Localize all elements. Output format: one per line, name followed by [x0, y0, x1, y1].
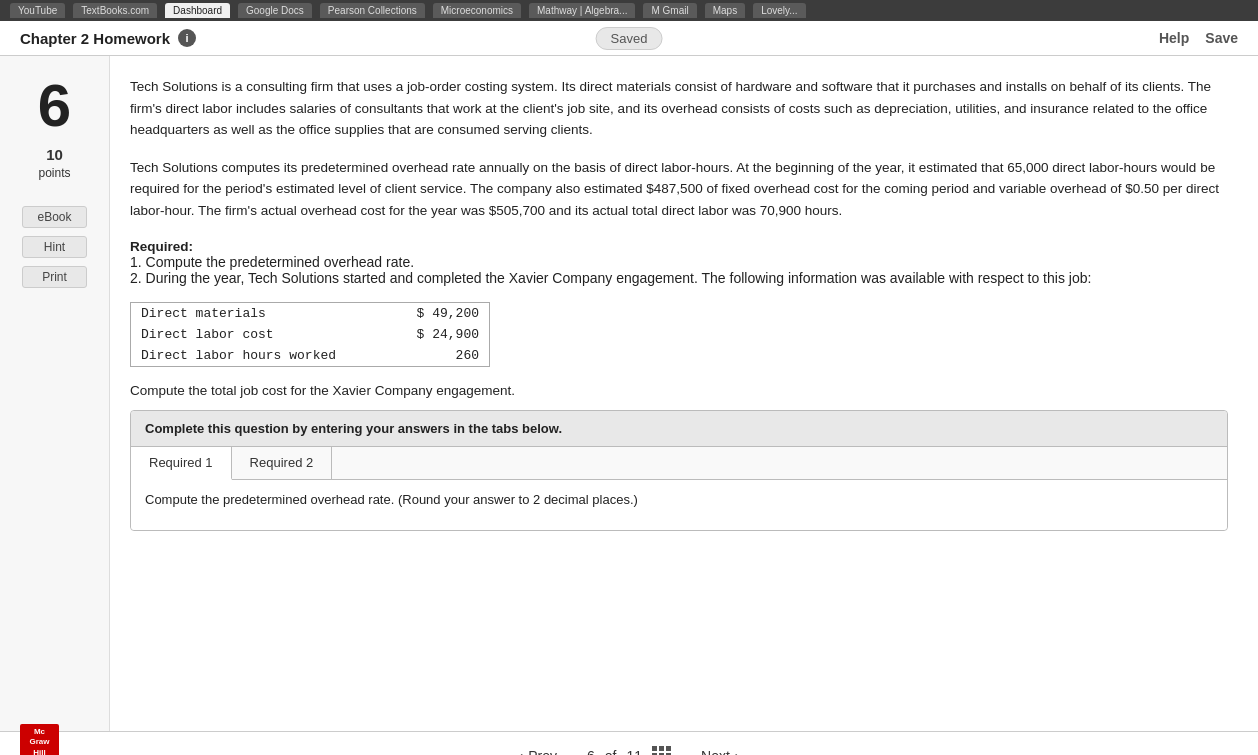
saved-badge: Saved	[596, 27, 663, 50]
browser-tab-6[interactable]: Microeconomics	[433, 3, 521, 18]
next-chevron-icon: ›	[735, 748, 740, 756]
required-item-2: 2. During the year, Tech Solutions start…	[130, 270, 1091, 286]
logo-line-2: Graw	[25, 737, 54, 747]
grid-dot	[652, 746, 657, 751]
next-button[interactable]: Next ›	[701, 748, 739, 756]
current-page: 6	[587, 748, 595, 756]
print-link[interactable]: Print	[22, 266, 87, 288]
page-title: Chapter 2 Homework	[20, 30, 170, 47]
mcgrawhill-logo: Mc Graw Hill Education	[20, 724, 59, 755]
save-button[interactable]: Save	[1205, 30, 1238, 46]
prev-label: Prev	[528, 748, 557, 756]
answer-box-header: Complete this question by entering your …	[131, 411, 1227, 447]
points-value: 10	[46, 146, 63, 163]
ebook-link[interactable]: eBook	[22, 206, 87, 228]
points-text: points	[38, 166, 70, 180]
browser-tab-4[interactable]: Google Docs	[238, 3, 312, 18]
table-row: Direct labor cost $ 24,900	[131, 324, 489, 345]
points-label: 10 points	[10, 144, 99, 182]
browser-tab-10[interactable]: Lovely...	[753, 3, 806, 18]
answer-box: Complete this question by entering your …	[130, 410, 1228, 531]
table-cell-label-1: Direct materials	[131, 303, 390, 324]
grid-dot	[666, 746, 671, 751]
logo-line-1: Mc	[25, 727, 54, 737]
hint-link[interactable]: Hint	[22, 236, 87, 258]
sidebar-links: eBook Hint Print	[10, 206, 99, 288]
next-label: Next	[701, 748, 730, 756]
required-section: Required: 1. Compute the predetermined o…	[130, 238, 1228, 286]
table-cell-value-1: $ 49,200	[390, 303, 489, 324]
tabs-row: Required 1 Required 2	[131, 447, 1227, 480]
table-row: Direct labor hours worked 260	[131, 345, 489, 366]
logo-box: Mc Graw Hill Education	[20, 724, 59, 755]
top-bar: Chapter 2 Homework i Saved Help Save	[0, 21, 1258, 56]
table-cell-label-3: Direct labor hours worked	[131, 345, 390, 366]
prev-chevron-icon: ‹	[519, 748, 524, 756]
required-label: Required:	[130, 239, 193, 254]
content-area: Tech Solutions is a consulting firm that…	[110, 56, 1258, 731]
prev-button[interactable]: ‹ Prev	[519, 748, 557, 756]
compute-text: Compute the total job cost for the Xavie…	[130, 383, 1228, 398]
browser-tab-5[interactable]: Pearson Collections	[320, 3, 425, 18]
bottom-nav: Mc Graw Hill Education ‹ Prev 6 of 11 Ne…	[0, 731, 1258, 755]
browser-tab-2[interactable]: TextBooks.com	[73, 3, 157, 18]
browser-tab-8[interactable]: M Gmail	[643, 3, 696, 18]
job-table: Direct materials $ 49,200 Direct labor c…	[131, 303, 489, 366]
table-cell-value-2: $ 24,900	[390, 324, 489, 345]
page-info: 6 of 11	[587, 746, 671, 755]
main-layout: 6 10 points eBook Hint Print Tech Soluti…	[0, 56, 1258, 731]
grid-dot	[659, 746, 664, 751]
problem-text-1: Tech Solutions is a consulting firm that…	[130, 76, 1228, 141]
question-number: 6	[10, 76, 99, 136]
total-pages: 11	[626, 748, 642, 756]
tab-content: Compute the predetermined overhead rate.…	[131, 480, 1227, 530]
tab-content-text: Compute the predetermined overhead rate.…	[145, 492, 638, 507]
left-sidebar: 6 10 points eBook Hint Print	[0, 56, 110, 731]
top-bar-right: Help Save	[1159, 30, 1238, 46]
top-bar-left: Chapter 2 Homework i	[20, 29, 196, 47]
help-button[interactable]: Help	[1159, 30, 1189, 46]
browser-tab-1[interactable]: YouTube	[10, 3, 65, 18]
browser-tab-active[interactable]: Dashboard	[165, 3, 230, 18]
info-icon[interactable]: i	[178, 29, 196, 47]
table-cell-value-3: 260	[390, 345, 489, 366]
problem-text-2: Tech Solutions computes its predetermine…	[130, 157, 1228, 222]
grid-icon[interactable]	[652, 746, 671, 755]
job-data-table: Direct materials $ 49,200 Direct labor c…	[130, 302, 490, 367]
browser-tab-7[interactable]: Mathway | Algebra...	[529, 3, 635, 18]
table-cell-label-2: Direct labor cost	[131, 324, 390, 345]
tab-required-1[interactable]: Required 1	[131, 447, 232, 480]
table-row: Direct materials $ 49,200	[131, 303, 489, 324]
browser-tab-9[interactable]: Maps	[705, 3, 745, 18]
of-label: of	[605, 748, 617, 756]
browser-nav: YouTube TextBooks.com Dashboard Google D…	[0, 0, 1258, 21]
logo-line-3: Hill	[25, 748, 54, 755]
required-item-1: 1. Compute the predetermined overhead ra…	[130, 254, 414, 270]
tab-required-2[interactable]: Required 2	[232, 447, 333, 479]
